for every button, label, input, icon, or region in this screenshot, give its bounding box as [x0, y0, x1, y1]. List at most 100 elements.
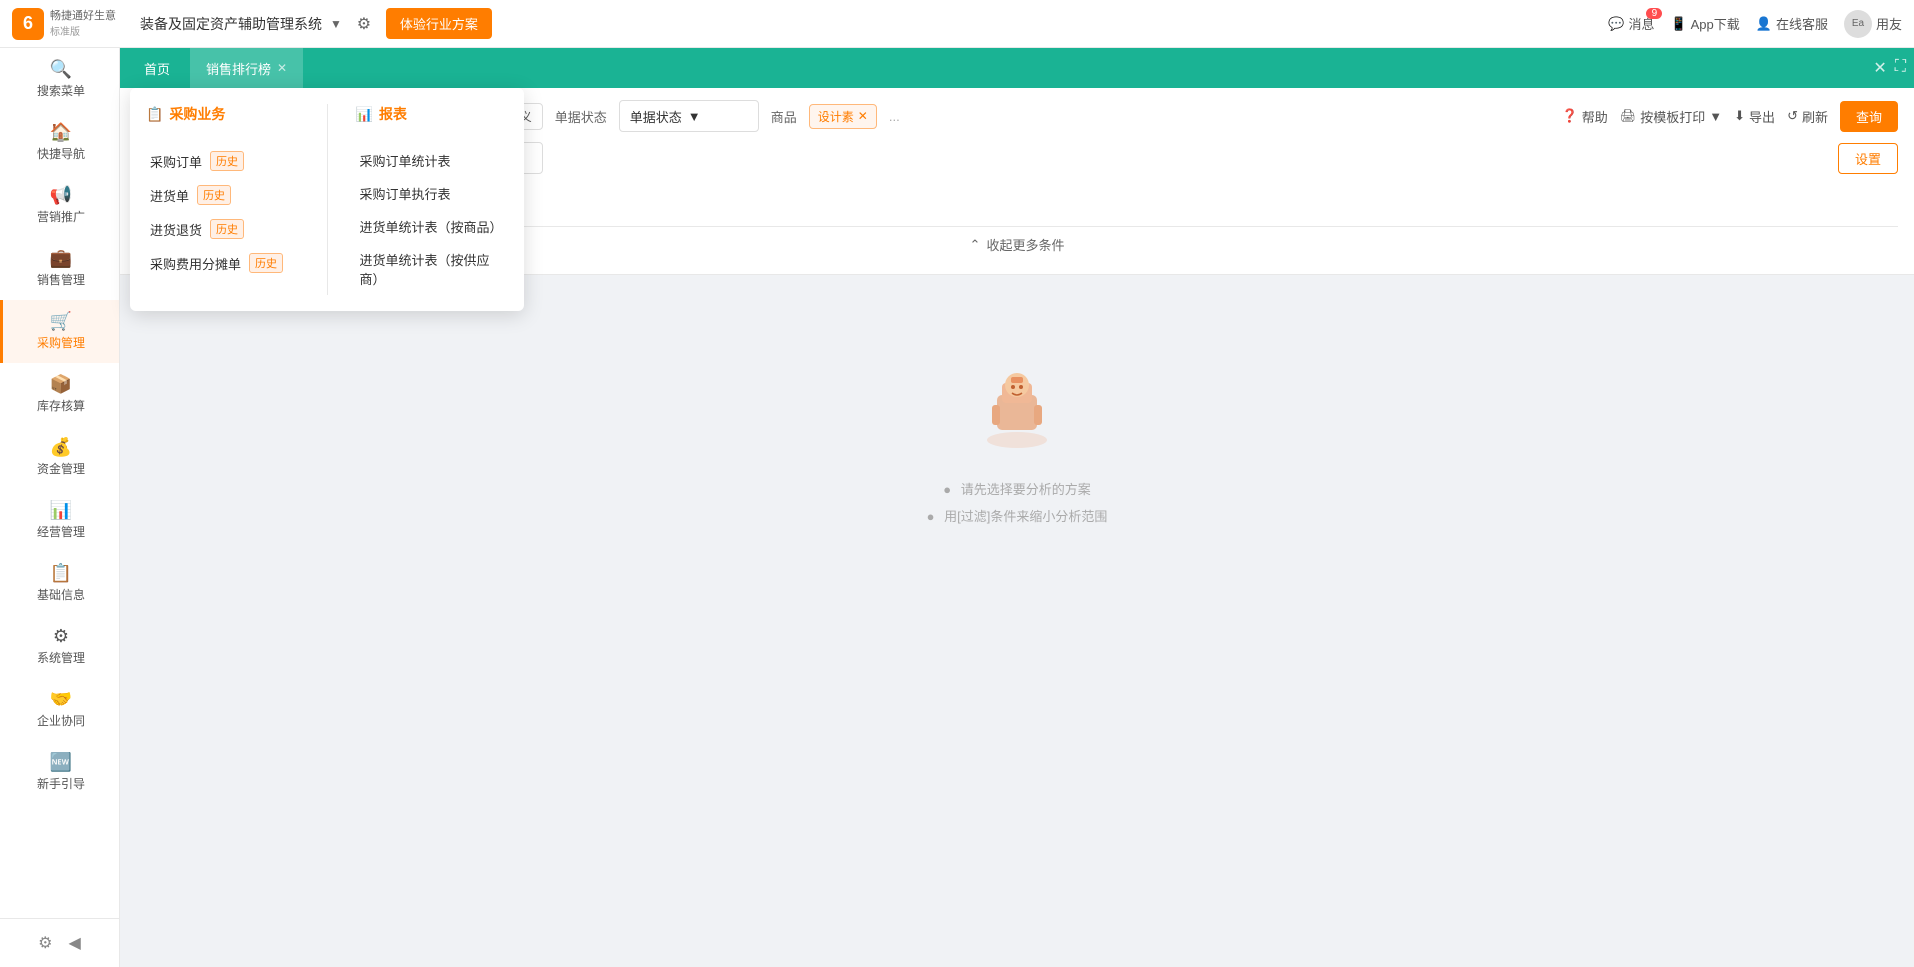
sidebar-item-quick-nav[interactable]: 🏠 快捷导航: [0, 111, 119, 174]
sidebar-collapse-btn[interactable]: ◀: [65, 929, 85, 957]
incoming-badge: 历史: [197, 185, 231, 205]
message-badge: 9: [1646, 8, 1662, 19]
sidebar-item-inventory[interactable]: 📦 库存核算: [0, 363, 119, 426]
report-icon: 📊: [356, 106, 373, 123]
sidebar: 🔍 搜索菜单 🏠 快捷导航 📢 营销推广 💼 销售管理 🛒 采购管理 📦 库存核…: [0, 48, 120, 967]
operation-icon: 📊: [50, 501, 72, 519]
header-settings-icon[interactable]: ⚙: [350, 10, 378, 38]
return-label: 进货退货: [150, 220, 202, 239]
purchase-order-badge: 历史: [210, 151, 244, 171]
refresh-label: 刷新: [1802, 107, 1828, 126]
message-btn[interactable]: 💬 消息 9: [1608, 14, 1654, 33]
top-header: 6 畅捷通好生意 标准版 装备及固定资产辅助管理系统 ▼ ⚙ 体验行业方案 💬 …: [0, 0, 1914, 48]
logo-text: 畅捷通好生意: [50, 9, 116, 23]
product-more-dots[interactable]: ...: [889, 109, 900, 124]
export-label: 导出: [1749, 107, 1775, 126]
tab-fullscreen-icon[interactable]: ⛶: [1895, 58, 1906, 78]
help-icon: ❓: [1562, 108, 1578, 124]
online-service-btn[interactable]: 👤 在线客服: [1756, 14, 1828, 33]
purchase-expense-label: 采购费用分摊单: [150, 254, 241, 273]
dropdown-item-purchase-expense[interactable]: 采购费用分摊单 历史: [146, 246, 299, 280]
empty-state: ● 请先选择要分析的方案 ● 用[过滤]条件来缩小分析范围: [120, 275, 1914, 609]
sidebar-item-basic-info[interactable]: 📋 基础信息: [0, 552, 119, 615]
tab-bar: 首页 销售排行榜 ✕ ✕ ⛶: [120, 48, 1914, 88]
sidebar-settings-btn[interactable]: ⚙: [34, 929, 56, 957]
logo-area: 6 畅捷通好生意 标准版: [12, 8, 132, 40]
sidebar-item-guide[interactable]: 🆕 新手引导: [0, 741, 119, 804]
print-label: 按模板打印: [1640, 107, 1705, 126]
dropdown-col-purchase: 📋 采购业务 采购订单 历史 进货单 历史 进货退货 历史 采购费用分摊单 历史: [146, 104, 299, 295]
dropdown-item-incoming-by-supplier[interactable]: 进货单统计表（按供应商）: [356, 243, 509, 295]
logo-badge: 标准版: [50, 23, 116, 38]
sidebar-item-operation[interactable]: 📊 经营管理: [0, 489, 119, 552]
sidebar-item-finance[interactable]: 💰 资金管理: [0, 426, 119, 489]
export-btn[interactable]: ⬇ 导出: [1734, 107, 1775, 126]
dropdown-item-return[interactable]: 进货退货 历史: [146, 212, 299, 246]
dropdown-col1-title: 📋 采购业务: [146, 104, 299, 132]
empty-illustration: [967, 355, 1067, 455]
incoming-by-product-label: 进货单统计表（按商品）: [360, 217, 503, 236]
logo-icon: 6: [12, 8, 44, 40]
tab-close-all-icon[interactable]: ✕: [1873, 58, 1886, 78]
collapse-label: 收起更多条件: [986, 235, 1064, 254]
purchase-biz-icon: 📋: [146, 106, 163, 123]
dropdown-item-po-exec[interactable]: 采购订单执行表: [356, 177, 509, 210]
tab-close-icon[interactable]: ✕: [277, 61, 287, 75]
incoming-by-supplier-label: 进货单统计表（按供应商）: [360, 250, 505, 288]
user-area[interactable]: Ea 用友: [1844, 10, 1902, 38]
purchase-icon: 🛒: [50, 312, 72, 330]
collapse-up-icon: ⌃: [970, 237, 981, 253]
sidebar-label-system: 系统管理: [37, 649, 85, 666]
finance-icon: 💰: [50, 438, 72, 456]
sidebar-bottom: ⚙ ◀: [0, 918, 119, 967]
sidebar-item-enterprise[interactable]: 🤝 企业协同: [0, 678, 119, 741]
empty-hint-1: ● 请先选择要分析的方案: [943, 479, 1091, 498]
print-btn[interactable]: 🖨 按模板打印 ▼: [1620, 107, 1722, 126]
sidebar-label-sales: 销售管理: [37, 271, 85, 288]
sidebar-item-purchase[interactable]: 🛒 采购管理: [0, 300, 119, 363]
tab-home[interactable]: 首页: [128, 48, 186, 88]
inventory-icon: 📦: [50, 375, 72, 393]
dropdown-item-incoming[interactable]: 进货单 历史: [146, 178, 299, 212]
dropdown-item-purchase-order[interactable]: 采购订单 历史: [146, 144, 299, 178]
purchase-order-label: 采购订单: [150, 152, 202, 171]
help-label: 帮助: [1582, 107, 1608, 126]
sidebar-label-enterprise: 企业协同: [37, 712, 85, 729]
sidebar-item-search[interactable]: 🔍 搜索菜单: [0, 48, 119, 111]
system-dropdown-btn[interactable]: ▼: [330, 17, 342, 31]
search-icon: 🔍: [50, 60, 72, 78]
user-label: 用友: [1876, 14, 1902, 33]
app-download-btn[interactable]: 📱 App下载: [1670, 14, 1739, 33]
industry-btn[interactable]: 体验行业方案: [386, 8, 492, 39]
home-icon: 🏠: [50, 123, 72, 141]
doc-status-select[interactable]: 单据状态 ▼: [619, 100, 759, 132]
product-tag-close[interactable]: ✕: [858, 109, 868, 123]
avatar: Ea: [1844, 10, 1872, 38]
settings-btn[interactable]: 设置: [1838, 143, 1898, 174]
sidebar-label-purchase: 采购管理: [37, 334, 85, 351]
sidebar-item-sales[interactable]: 💼 销售管理: [0, 237, 119, 300]
sidebar-item-marketing[interactable]: 📢 营销推广: [0, 174, 119, 237]
toolbar-right: ❓ 帮助 🖨 按模板打印 ▼ ⬇ 导出 ↺: [1562, 101, 1898, 132]
dropdown-col-report: 📊 报表 采购订单统计表 采购订单执行表 进货单统计表（按商品） 进货单统计表（…: [356, 104, 509, 295]
service-label: 在线客服: [1776, 14, 1828, 33]
return-badge: 历史: [210, 219, 244, 239]
service-icon: 👤: [1756, 16, 1772, 32]
refresh-btn[interactable]: ↺ 刷新: [1787, 107, 1828, 126]
help-btn[interactable]: ❓ 帮助: [1562, 107, 1608, 126]
tab-sales-rank[interactable]: 销售排行榜 ✕: [190, 48, 303, 88]
dropdown-cols: 📋 采购业务 采购订单 历史 进货单 历史 进货退货 历史 采购费用分摊单 历史: [146, 104, 508, 295]
tab-sales-rank-label: 销售排行榜: [206, 59, 271, 78]
sidebar-label-guide: 新手引导: [37, 775, 85, 792]
dropdown-col1-label: 采购业务: [169, 104, 225, 124]
dropdown-item-incoming-by-product[interactable]: 进货单统计表（按商品）: [356, 210, 509, 243]
system-icon: ⚙: [53, 627, 69, 645]
purchase-dropdown-menu: 📋 采购业务 采购订单 历史 进货单 历史 进货退货 历史 采购费用分摊单 历史: [130, 88, 524, 311]
query-btn[interactable]: 查询: [1840, 101, 1898, 132]
purchase-expense-badge: 历史: [249, 253, 283, 273]
print-icon: 🖨: [1620, 108, 1637, 124]
basic-info-icon: 📋: [50, 564, 72, 582]
dropdown-item-po-stats[interactable]: 采购订单统计表: [356, 144, 509, 177]
sidebar-item-system[interactable]: ⚙ 系统管理: [0, 615, 119, 678]
product-tag-value: 设计素: [818, 108, 854, 125]
